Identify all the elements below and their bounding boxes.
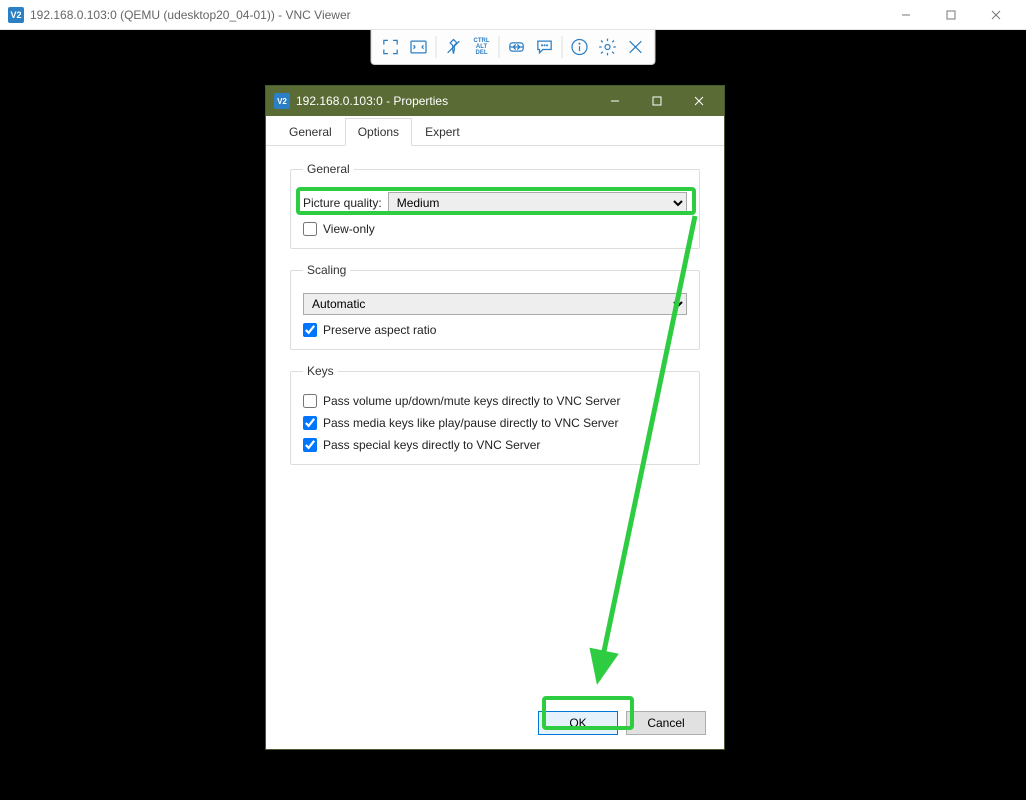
pass-special-checkbox[interactable] — [303, 438, 317, 452]
preserve-aspect-checkbox[interactable] — [303, 323, 317, 337]
pass-media-label: Pass media keys like play/pause directly… — [323, 416, 618, 430]
dialog-maximize-button[interactable] — [636, 87, 678, 115]
dialog-tabs: General Options Expert — [266, 118, 724, 146]
pass-media-checkbox[interactable] — [303, 416, 317, 430]
settings-icon[interactable] — [595, 34, 621, 60]
dialog-titlebar[interactable]: V2 192.168.0.103:0 - Properties — [266, 86, 724, 116]
pass-volume-label: Pass volume up/down/mute keys directly t… — [323, 394, 620, 408]
window-fit-icon[interactable] — [406, 34, 432, 60]
close-session-icon[interactable] — [623, 34, 649, 60]
view-only-checkbox[interactable] — [303, 222, 317, 236]
tab-expert[interactable]: Expert — [412, 118, 473, 146]
group-keys-legend: Keys — [303, 364, 338, 378]
app-title: 192.168.0.103:0 (QEMU (udesktop20_04-01)… — [30, 8, 883, 22]
tab-options[interactable]: Options — [345, 118, 412, 146]
group-scaling-legend: Scaling — [303, 263, 350, 277]
properties-dialog: V2 192.168.0.103:0 - Properties General … — [265, 85, 725, 750]
preserve-aspect-label: Preserve aspect ratio — [323, 323, 436, 337]
viewer-content-area: CTRL ALT DEL V2 192.168.0.103:0 - Proper… — [0, 30, 1026, 800]
group-general-legend: General — [303, 162, 354, 176]
chat-icon[interactable] — [532, 34, 558, 60]
group-general: General Picture quality: Medium View-onl… — [290, 162, 700, 249]
picture-quality-label: Picture quality: — [303, 196, 382, 210]
fullscreen-icon[interactable] — [378, 34, 404, 60]
cancel-button[interactable]: Cancel — [626, 711, 706, 735]
group-keys: Keys Pass volume up/down/mute keys direc… — [290, 364, 700, 465]
pass-volume-checkbox[interactable] — [303, 394, 317, 408]
picture-quality-select[interactable]: Medium — [388, 192, 687, 214]
group-scaling: Scaling Automatic Preserve aspect ratio — [290, 263, 700, 350]
vnc-toolbar: CTRL ALT DEL — [371, 30, 656, 65]
tab-general[interactable]: General — [276, 118, 345, 146]
dialog-close-button[interactable] — [678, 87, 720, 115]
info-icon[interactable] — [567, 34, 593, 60]
dialog-title: 192.168.0.103:0 - Properties — [296, 94, 594, 108]
vnc-logo-icon: V2 — [8, 7, 24, 23]
tab-content-options: General Picture quality: Medium View-onl… — [266, 146, 724, 701]
pass-special-label: Pass special keys directly to VNC Server — [323, 438, 540, 452]
minimize-button[interactable] — [883, 1, 928, 29]
scaling-select[interactable]: Automatic — [303, 293, 687, 315]
vnc-logo-icon: V2 — [274, 93, 290, 109]
view-only-label: View-only — [323, 222, 375, 236]
transfer-icon[interactable] — [504, 34, 530, 60]
pin-icon[interactable] — [441, 34, 467, 60]
app-titlebar: V2 192.168.0.103:0 (QEMU (udesktop20_04-… — [0, 0, 1026, 30]
close-button[interactable] — [973, 1, 1018, 29]
ok-button[interactable]: OK — [538, 711, 618, 735]
ctrl-alt-del-icon[interactable]: CTRL ALT DEL — [469, 34, 495, 60]
dialog-minimize-button[interactable] — [594, 87, 636, 115]
maximize-button[interactable] — [928, 1, 973, 29]
dialog-button-row: OK Cancel — [266, 701, 724, 749]
